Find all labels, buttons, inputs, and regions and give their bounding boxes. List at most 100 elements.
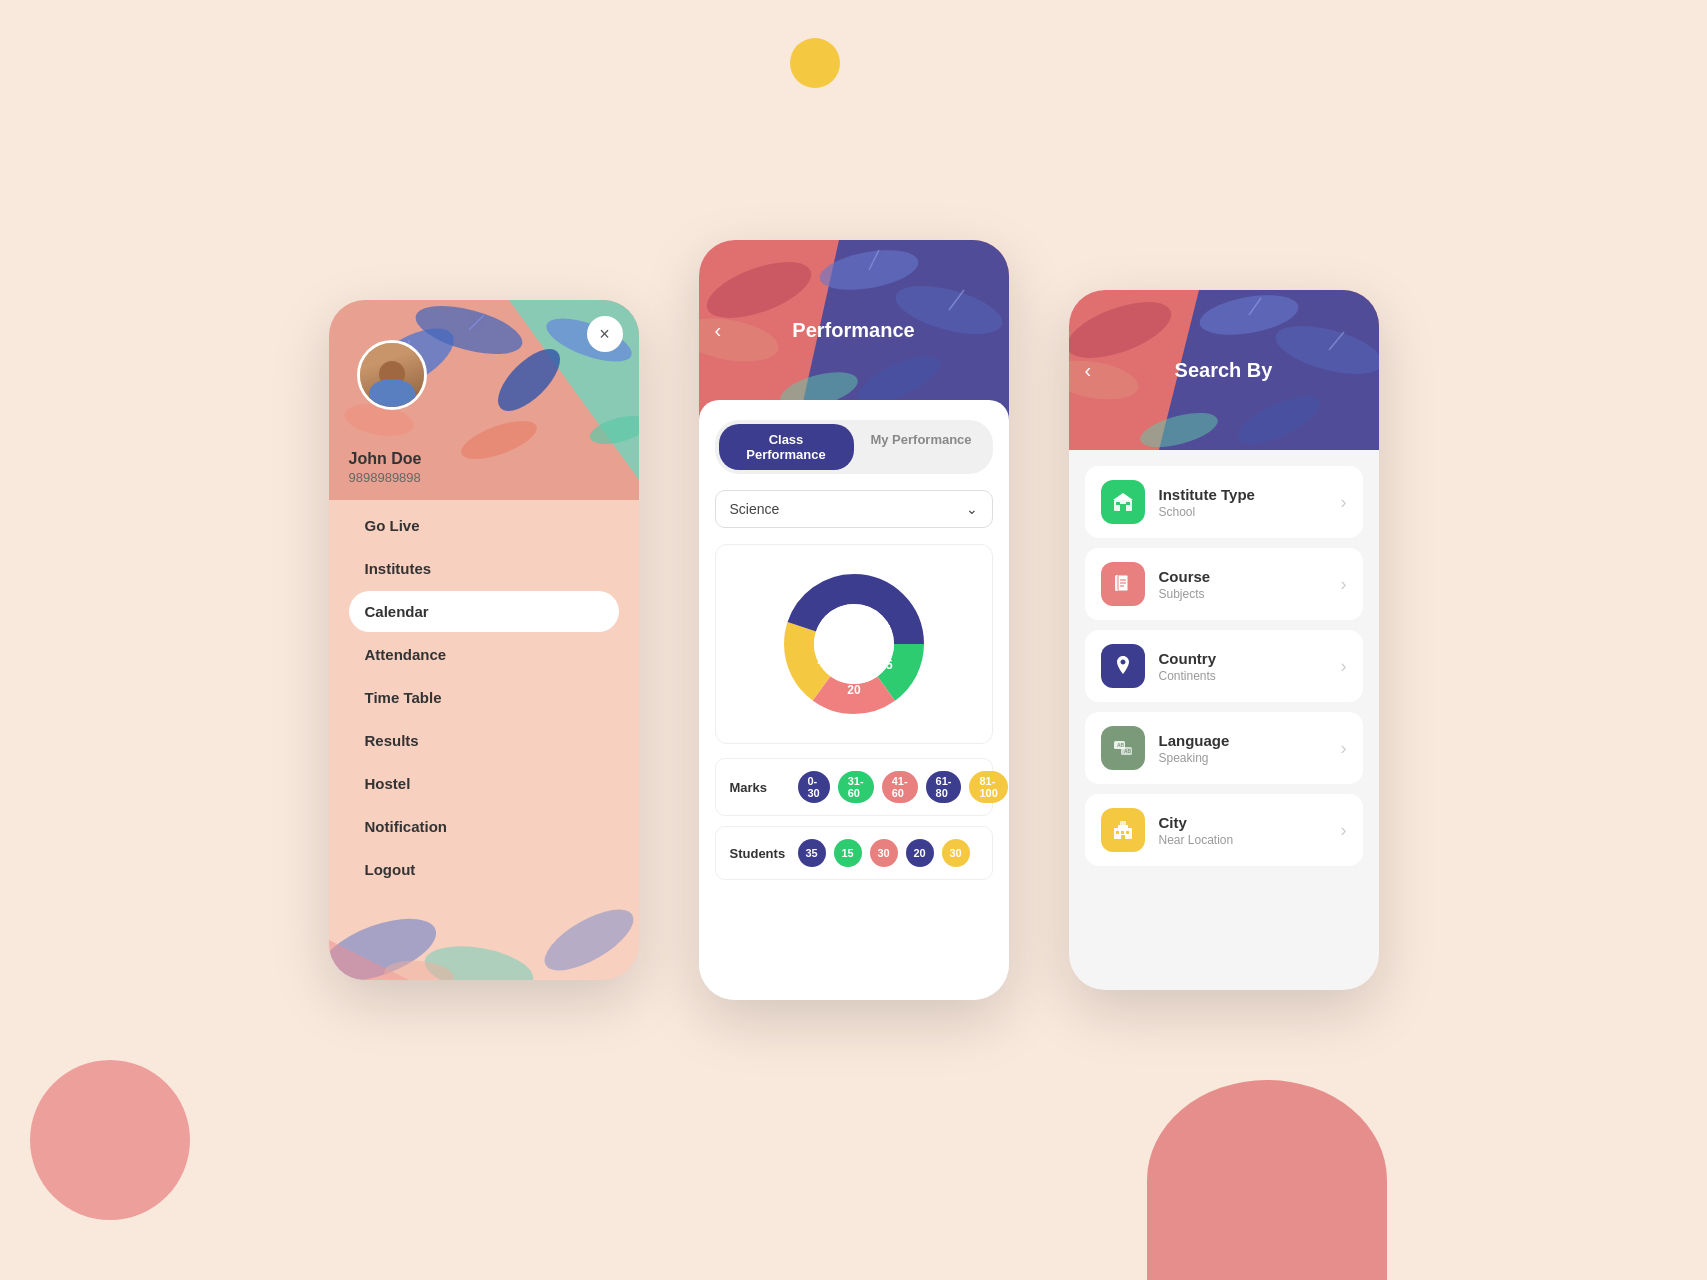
- city-title: City: [1159, 814, 1341, 831]
- dropdown-chevron-icon: ⌄: [966, 501, 978, 517]
- marks-label: Marks: [730, 780, 790, 795]
- students-badge-1: 15: [834, 839, 862, 867]
- phone-menu: × John Doe 9898989898 Go Live Institutes…: [329, 300, 639, 980]
- menu-item-hostel[interactable]: Hostel: [349, 763, 619, 804]
- marks-badge-0: 0-30: [798, 771, 830, 803]
- menu-item-results[interactable]: Results: [349, 720, 619, 761]
- donut-chart-svg: 25 15 20 20 20: [774, 564, 934, 724]
- subject-value: Science: [730, 501, 780, 517]
- language-text: Language Speaking: [1159, 732, 1341, 765]
- course-chevron-icon: ›: [1341, 574, 1347, 595]
- svg-text:20: 20: [817, 653, 831, 667]
- search-header: ‹ Search By: [1069, 290, 1379, 450]
- city-icon: [1111, 818, 1135, 842]
- menu-item-attendance[interactable]: Attendance: [349, 634, 619, 675]
- language-subtitle: Speaking: [1159, 751, 1341, 765]
- svg-text:15: 15: [879, 658, 893, 672]
- search-body: Institute Type School ›: [1069, 450, 1379, 892]
- search-item-institute[interactable]: Institute Type School ›: [1085, 466, 1363, 538]
- search-item-course[interactable]: Course Subjects ›: [1085, 548, 1363, 620]
- menu-item-golive[interactable]: Go Live: [349, 505, 619, 546]
- institute-icon: [1111, 490, 1135, 514]
- country-text: Country Continents: [1159, 650, 1341, 683]
- svg-rect-66: [1116, 831, 1119, 834]
- students-row: Students 35 15 30 20 30: [730, 839, 978, 867]
- country-subtitle: Continents: [1159, 669, 1341, 683]
- svg-text:AB: AB: [1124, 748, 1132, 754]
- institute-title: Institute Type: [1159, 486, 1341, 503]
- location-pin-icon: [1111, 654, 1135, 678]
- institute-icon-box: [1101, 480, 1145, 524]
- user-phone: 9898989898: [349, 470, 619, 485]
- svg-text:25: 25: [877, 623, 891, 637]
- city-icon-box: [1101, 808, 1145, 852]
- performance-header: ‹ Performance: [699, 240, 1009, 420]
- students-legend: Students 35 15 30 20 30: [715, 826, 993, 880]
- course-subtitle: Subjects: [1159, 587, 1341, 601]
- language-title: Language: [1159, 732, 1341, 749]
- tab-class-performance[interactable]: Class Performance: [719, 424, 854, 470]
- svg-text:20: 20: [821, 617, 835, 631]
- svg-rect-50: [1120, 504, 1126, 511]
- search-title: Search By: [1175, 359, 1273, 382]
- course-icon-box: [1101, 562, 1145, 606]
- avatar-container: [357, 340, 427, 410]
- search-item-country[interactable]: Country Continents ›: [1085, 630, 1363, 702]
- avatar-image: [360, 343, 424, 407]
- tab-my-performance[interactable]: My Performance: [854, 424, 989, 470]
- performance-tabs: Class Performance My Performance: [715, 420, 993, 474]
- marks-badge-3: 61-80: [926, 771, 962, 803]
- search-back-button[interactable]: ‹: [1085, 359, 1092, 382]
- city-chevron-icon: ›: [1341, 820, 1347, 841]
- close-button[interactable]: ×: [587, 316, 623, 352]
- students-badge-4: 30: [942, 839, 970, 867]
- phones-wrapper: × John Doe 9898989898 Go Live Institutes…: [0, 0, 1707, 1280]
- search-item-language[interactable]: AB AB Language Speaking ›: [1085, 712, 1363, 784]
- svg-rect-51: [1116, 502, 1120, 505]
- svg-point-32: [814, 604, 894, 684]
- language-chevron-icon: ›: [1341, 738, 1347, 759]
- city-text: City Near Location: [1159, 814, 1341, 847]
- language-icon-box: AB AB: [1101, 726, 1145, 770]
- menu-item-calendar[interactable]: Calendar: [349, 591, 619, 632]
- marks-badge-1: 31-60: [838, 771, 874, 803]
- students-badge-2: 30: [870, 839, 898, 867]
- city-subtitle: Near Location: [1159, 833, 1341, 847]
- svg-text:20: 20: [847, 683, 861, 697]
- svg-rect-69: [1121, 835, 1125, 839]
- bg-decoration-dot-yellow: [790, 38, 840, 88]
- menu-bottom-decoration: [329, 820, 639, 980]
- performance-title: Performance: [792, 319, 914, 342]
- students-label: Students: [730, 846, 790, 861]
- avatar: [357, 340, 427, 410]
- marks-row: Marks 0-30 31-60 41-60 61-80 81-100: [730, 771, 978, 803]
- institute-chevron-icon: ›: [1341, 492, 1347, 513]
- course-text: Course Subjects: [1159, 568, 1341, 601]
- close-icon: ×: [599, 324, 610, 345]
- donut-chart-container: 25 15 20 20 20: [715, 544, 993, 744]
- country-chevron-icon: ›: [1341, 656, 1347, 677]
- user-name: John Doe: [349, 450, 619, 468]
- course-icon: [1111, 572, 1135, 596]
- phone-search: ‹ Search By Institute Type Sc: [1069, 290, 1379, 990]
- country-title: Country: [1159, 650, 1341, 667]
- search-item-city[interactable]: City Near Location ›: [1085, 794, 1363, 866]
- students-badge-3: 20: [906, 839, 934, 867]
- marks-badge-2: 41-60: [882, 771, 918, 803]
- svg-rect-67: [1121, 831, 1124, 834]
- marks-badge-4: 81-100: [969, 771, 1007, 803]
- svg-point-14: [535, 898, 638, 980]
- phone-performance: ‹ Performance Class Performance My Perfo…: [699, 240, 1009, 1000]
- performance-back-button[interactable]: ‹: [715, 319, 722, 342]
- subject-dropdown[interactable]: Science ⌄: [715, 490, 993, 528]
- marks-legend: Marks 0-30 31-60 41-60 61-80 81-100: [715, 758, 993, 816]
- menu-item-institutes[interactable]: Institutes: [349, 548, 619, 589]
- performance-body: Class Performance My Performance Science…: [699, 400, 1009, 1000]
- bg-decoration-circle-pink: [30, 1060, 190, 1220]
- course-title: Course: [1159, 568, 1341, 585]
- bg-decoration-circle-salmon: [1147, 1080, 1387, 1280]
- svg-rect-68: [1126, 831, 1129, 834]
- language-icon: AB AB: [1111, 736, 1135, 760]
- menu-item-timetable[interactable]: Time Table: [349, 677, 619, 718]
- institute-text: Institute Type School: [1159, 486, 1341, 519]
